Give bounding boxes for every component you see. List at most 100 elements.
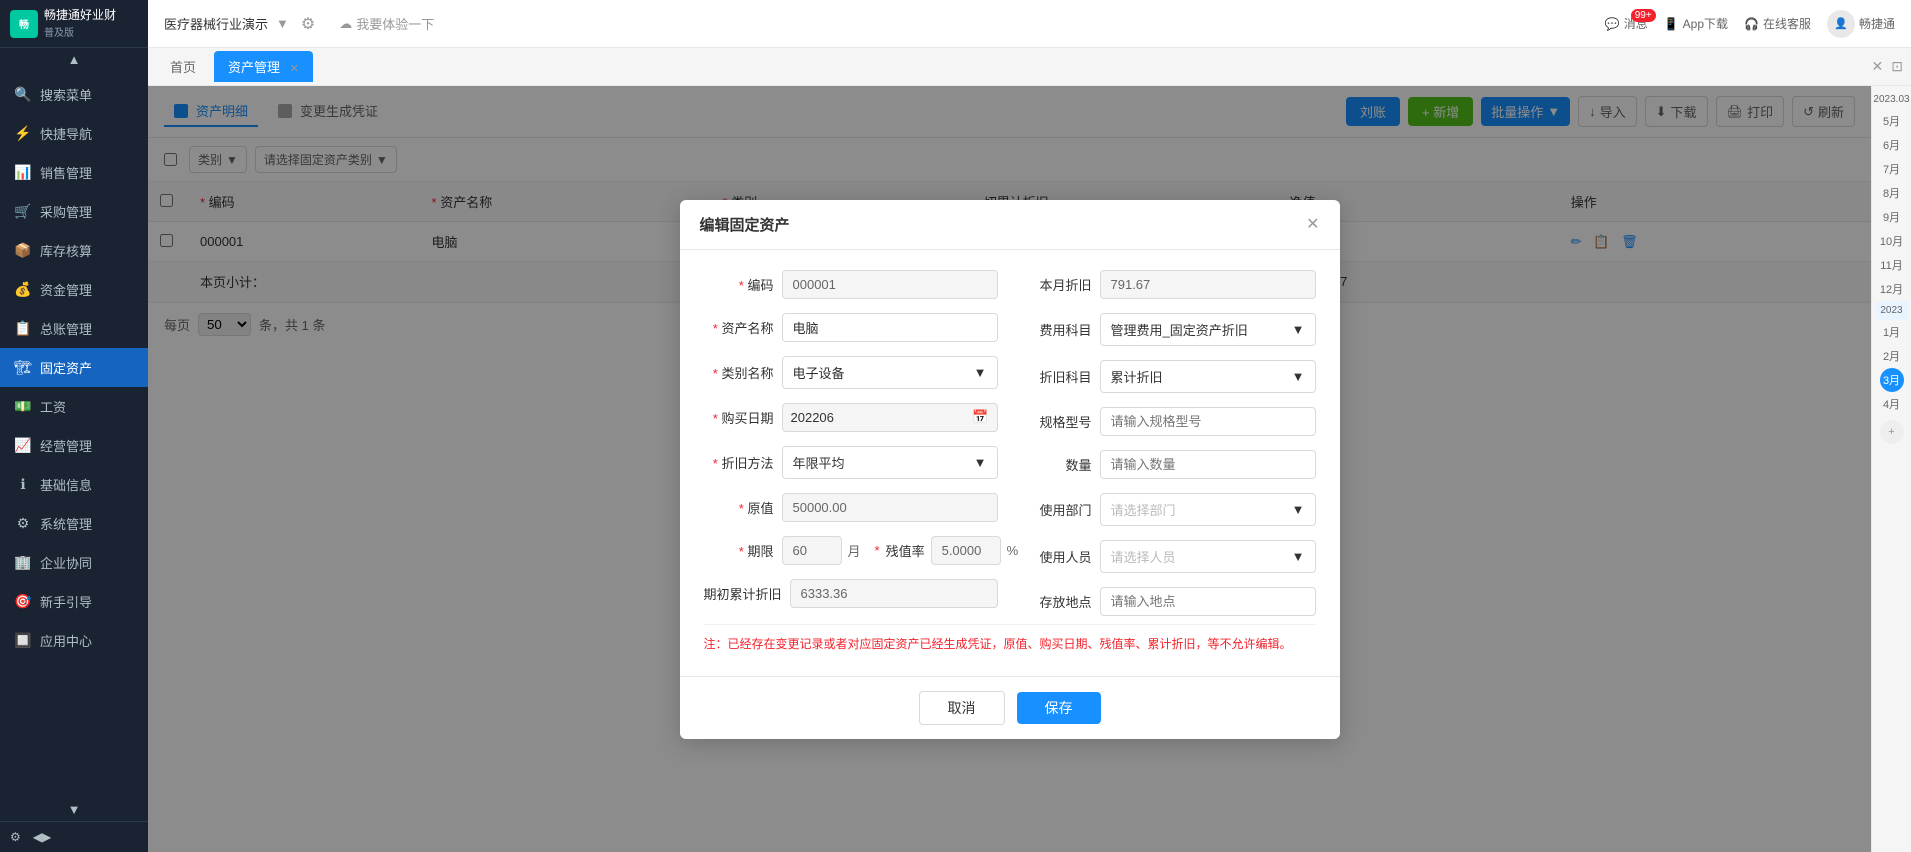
form-row-person: 使用人员 请选择人员 ▼ — [1022, 540, 1316, 573]
modal-close-icon[interactable]: ✕ — [1306, 214, 1319, 234]
purchase-date-input[interactable] — [791, 404, 973, 431]
location-input[interactable] — [1100, 587, 1316, 616]
dept-placeholder: 请选择部门 — [1111, 500, 1176, 519]
sidebar-item-ledger[interactable]: 📋 总账管理 — [0, 309, 148, 348]
cal-month-3-current[interactable]: 3月 — [1880, 368, 1904, 392]
form-row-dept: 使用部门 请选择部门 ▼ — [1022, 493, 1316, 526]
sidebar-item-basic-info[interactable]: ℹ 基础信息 — [0, 465, 148, 504]
sidebar-item-search[interactable]: 🔍 搜索菜单 — [0, 75, 148, 114]
period-input[interactable] — [782, 536, 842, 565]
message-button[interactable]: 💬 消息 99+ — [1605, 15, 1648, 32]
initial-dep-input[interactable] — [790, 579, 998, 608]
close-window-icon[interactable]: ✕ — [1872, 58, 1884, 75]
quantity-label: 数量 — [1022, 455, 1092, 474]
person-placeholder: 请选择人员 — [1111, 547, 1176, 566]
cancel-button[interactable]: 取消 — [919, 691, 1005, 725]
dep-subject-dropdown-icon: ▼ — [1292, 369, 1305, 384]
logo-text: 畅 — [19, 16, 29, 31]
salary-icon: 💵 — [14, 398, 32, 416]
app-edition: 普及版 — [44, 24, 116, 39]
maximize-window-icon[interactable]: ⊡ — [1891, 58, 1903, 75]
tab-asset-management[interactable]: 资产管理 ✕ — [214, 51, 313, 82]
save-button[interactable]: 保存 — [1017, 692, 1101, 724]
tab-home[interactable]: 首页 — [156, 51, 210, 82]
sidebar-item-fixed-assets[interactable]: 🏗 固定资产 — [0, 348, 148, 387]
dept-dropdown-icon: ▼ — [1292, 502, 1305, 517]
cal-month-12[interactable]: 12月 — [1876, 277, 1908, 301]
cal-month-1[interactable]: 1月 — [1876, 320, 1908, 344]
quantity-input[interactable] — [1100, 450, 1316, 479]
calendar-year: 2023.03 — [1873, 90, 1909, 109]
expense-subject-select[interactable]: 管理费用_固定资产折旧 ▼ — [1100, 313, 1316, 346]
finance-icon: 💰 — [14, 281, 32, 299]
sidebar-item-label: 固定资产 — [40, 358, 92, 377]
scroll-down-arrow[interactable]: ▼ — [0, 798, 148, 821]
dep-method-select[interactable]: 年限平均 ▼ — [782, 446, 998, 479]
cal-month-11[interactable]: 11月 — [1876, 253, 1908, 277]
app-download-button[interactable]: 📱 App下载 — [1664, 15, 1728, 32]
cal-month-7[interactable]: 7月 — [1876, 157, 1908, 181]
dept-select[interactable]: 请选择部门 ▼ — [1100, 493, 1316, 526]
company-settings-icon[interactable]: ⚙ — [301, 14, 315, 34]
person-select[interactable]: 请选择人员 ▼ — [1100, 540, 1316, 573]
sidebar-item-guide[interactable]: 🎯 新手引导 — [0, 582, 148, 621]
sidebar-item-sales[interactable]: 📊 销售管理 — [0, 153, 148, 192]
form-left-col: * 编码 * 资产名称 — [704, 270, 998, 616]
cal-month-5[interactable]: 5月 — [1876, 109, 1908, 133]
settings-button[interactable]: ⚙ — [10, 830, 21, 844]
guide-icon: 🎯 — [14, 593, 32, 611]
original-value-input[interactable] — [782, 493, 998, 522]
sidebar-item-finance[interactable]: 💰 资金管理 — [0, 270, 148, 309]
collapse-button[interactable]: ◀▶ — [33, 830, 51, 844]
dept-label: 使用部门 — [1022, 500, 1092, 519]
page-content: 资产明细 变更生成凭证 刘账 + 新增 批量操作 ▼ ↓ 导入 — [148, 86, 1871, 852]
operations-icon: 📈 — [14, 437, 32, 455]
dep-subject-select[interactable]: 累计折旧 ▼ — [1100, 360, 1316, 393]
sidebar-item-operations[interactable]: 📈 经营管理 — [0, 426, 148, 465]
cal-month-8[interactable]: 8月 — [1876, 181, 1908, 205]
sidebar-item-enterprise[interactable]: 🏢 企业协同 — [0, 543, 148, 582]
form-row-quantity: 数量 — [1022, 450, 1316, 479]
sidebar-item-label: 采购管理 — [40, 202, 92, 221]
sidebar: 畅 畅捷通好业财 普及版 ▲ 🔍 搜索菜单 ⚡ 快捷导航 📊 销售管理 🛒 采购… — [0, 0, 148, 852]
sidebar-item-label: 总账管理 — [40, 319, 92, 338]
company-dropdown-icon[interactable]: ▼ — [276, 16, 289, 31]
calendar-icon[interactable]: 📅 — [972, 409, 988, 425]
cal-month-6[interactable]: 6月 — [1876, 133, 1908, 157]
spec-input[interactable] — [1100, 407, 1316, 436]
code-input[interactable] — [782, 270, 998, 299]
cal-month-9[interactable]: 9月 — [1876, 205, 1908, 229]
modal-note: 注：已经存在变更记录或者对应固定资产已经生成凭证，原值、购买日期、残值率、累计折… — [704, 624, 1316, 656]
residual-rate-input[interactable] — [931, 536, 1001, 565]
cal-month-4[interactable]: 4月 — [1876, 392, 1908, 416]
form-row-period: * 期限 月 * 残值率 % — [704, 536, 998, 565]
person-label: 使用人员 — [1022, 547, 1092, 566]
sidebar-item-app-center[interactable]: 🔲 应用中心 — [0, 621, 148, 660]
sidebar-item-purchase[interactable]: 🛒 采购管理 — [0, 192, 148, 231]
user-menu-button[interactable]: 👤 畅捷通 — [1827, 10, 1895, 38]
tab-close-icon[interactable]: ✕ — [290, 63, 299, 75]
expense-subject-dropdown-icon: ▼ — [1292, 322, 1305, 337]
customer-service-button[interactable]: 🎧 在线客服 — [1744, 15, 1811, 32]
sidebar-item-inventory[interactable]: 📦 库存核算 — [0, 231, 148, 270]
sidebar-item-system[interactable]: ⚙ 系统管理 — [0, 504, 148, 543]
asset-name-input[interactable] — [782, 313, 998, 342]
period-input-group: 月 * 残值率 % — [782, 536, 998, 565]
sidebar-footer: ⚙ ◀▶ — [0, 821, 148, 852]
user-name: 畅捷通 — [1859, 15, 1895, 32]
sidebar-item-salary[interactable]: 💵 工资 — [0, 387, 148, 426]
sidebar-item-label: 资金管理 — [40, 280, 92, 299]
form-row-expense-subject: 费用科目 管理费用_固定资产折旧 ▼ — [1022, 313, 1316, 346]
sidebar-item-label: 搜索菜单 — [40, 85, 92, 104]
sidebar-item-quick-nav[interactable]: ⚡ 快捷导航 — [0, 114, 148, 153]
monthly-dep-input[interactable] — [1100, 270, 1316, 299]
cal-month-2[interactable]: 2月 — [1876, 344, 1908, 368]
experience-btn[interactable]: ☁ 我要体验一下 — [339, 14, 434, 33]
category-select[interactable]: 电子设备 ▼ — [782, 356, 998, 389]
cal-month-10[interactable]: 10月 — [1876, 229, 1908, 253]
sidebar-item-label: 系统管理 — [40, 514, 92, 533]
calendar-expand-icon[interactable]: + — [1880, 420, 1904, 444]
scroll-up-arrow[interactable]: ▲ — [0, 48, 148, 71]
tab-asset-label: 资产管理 — [228, 60, 280, 75]
modal-overlay: 编辑固定资产 ✕ * 编码 — [148, 86, 1871, 852]
